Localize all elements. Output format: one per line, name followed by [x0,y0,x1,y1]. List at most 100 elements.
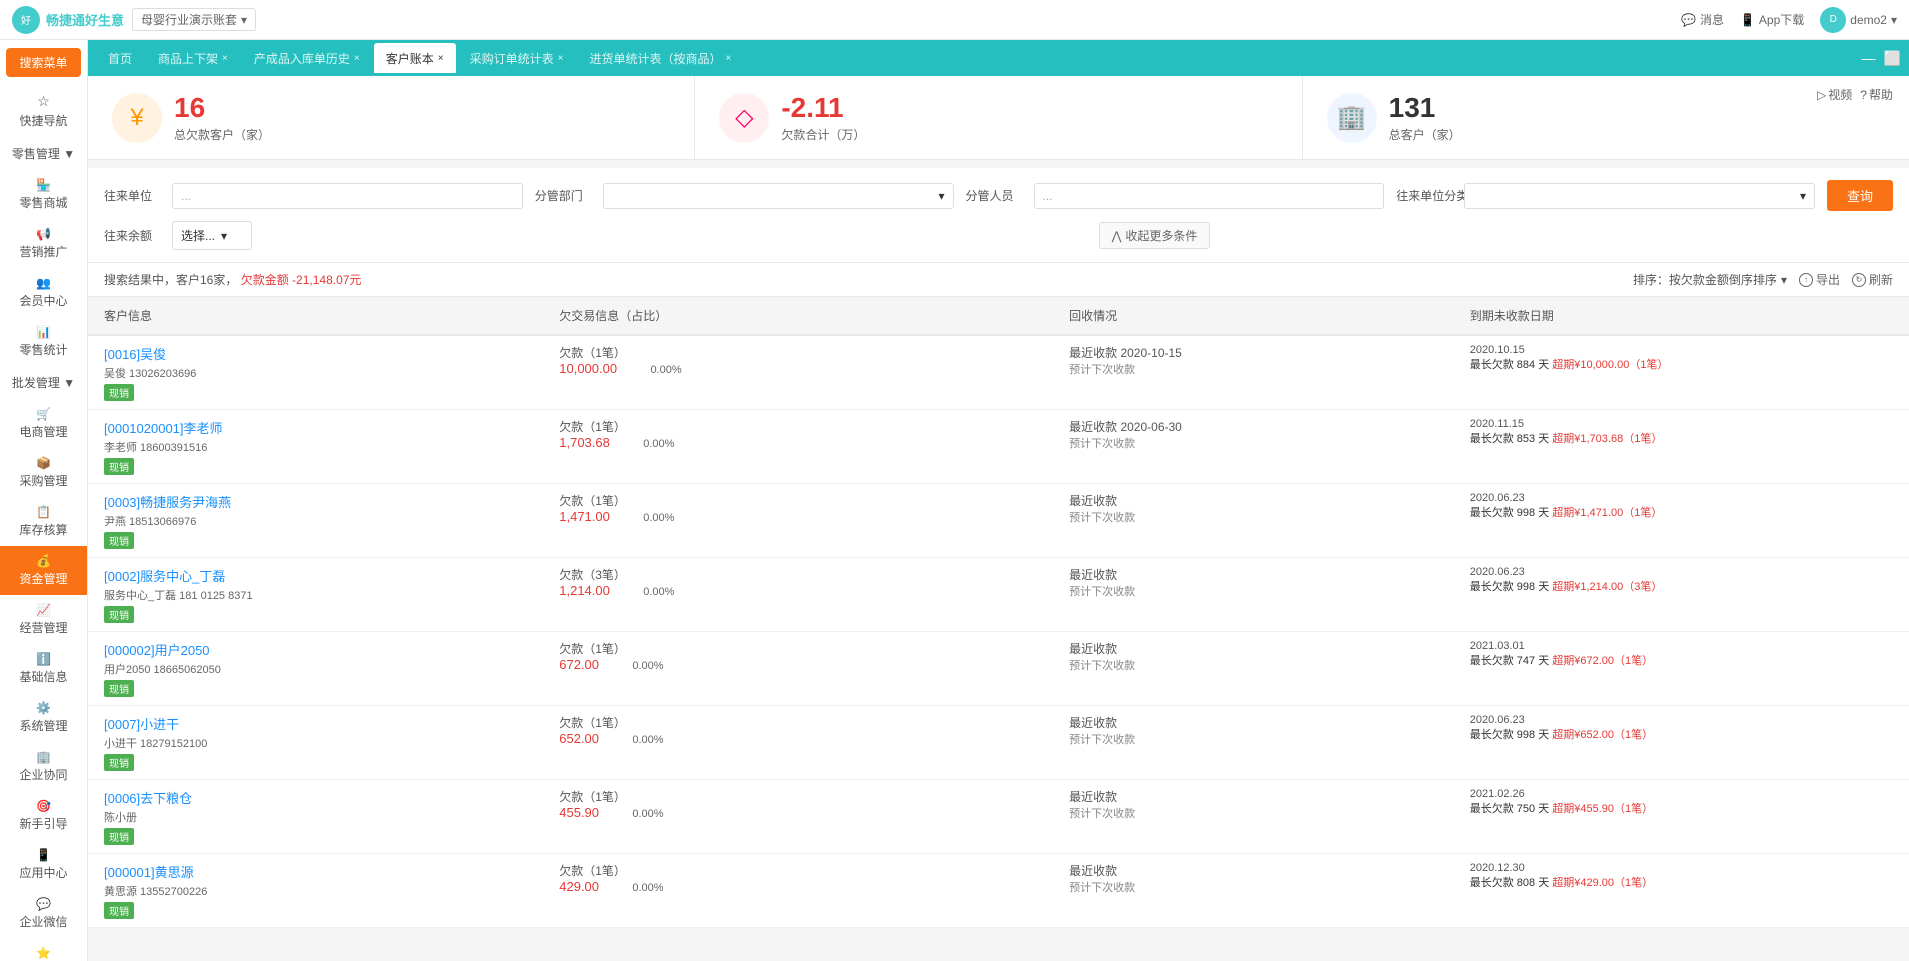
chevron-down-icon: ▾ [1781,273,1787,287]
sidebar-item-purchase[interactable]: 📦 采购管理 [0,448,87,497]
filter-balance: 往来余额 选择... ▾ [104,221,404,250]
person-input[interactable]: ... [1034,183,1385,209]
sidebar-item-members[interactable]: 👥 会员中心 [0,268,87,317]
tab-home[interactable]: 首页 [96,43,144,73]
sidebar-item-inventory[interactable]: 📋 库存核算 [0,497,87,546]
sidebar-item-enterprise-wx[interactable]: 💬 企业微信 [0,889,87,938]
tab-maximize-icon[interactable]: ⬜ [1884,50,1901,67]
customer-cell-6: [0006]去下粮仓 陈小册 现销 [88,780,543,854]
dept-select[interactable]: ▾ [603,183,954,209]
source-unit-input[interactable]: ... [172,183,523,209]
table-body: [0016]吴俊 吴俊 13026203696 现销 欠款（1笔） 10,000… [88,335,1909,928]
help-label: 帮助 [1869,86,1893,103]
tab-close-product-history[interactable]: × [354,53,360,64]
enterprise-label: 企业协同 [19,766,67,783]
refresh-label: 刷新 [1869,271,1893,288]
sidebar-item-member-vip[interactable]: ⭐ 畅会员 [0,938,87,961]
sidebar-item-finance[interactable]: 💰 资金管理 [0,546,87,595]
sort-select[interactable]: 排序：按欠款金额倒序排序 ▾ [1633,271,1787,288]
payment-cell-4: 最近收款 预计下次收款 [1053,632,1454,706]
overdue-days-2: 最长欠款 998 天 超期¥1,471.00（1笔） [1470,504,1893,520]
ecommerce-icon: 🛒 [36,407,51,421]
debt-amount-0: 10,000.00 [559,361,617,376]
customer-name-4[interactable]: [000002]用户2050 [104,640,527,659]
customer-name-7[interactable]: [000001]黄思源 [104,862,527,881]
next-collect-7: 预计下次收款 [1069,879,1438,895]
balance-select[interactable]: 选择... ▾ [172,221,252,250]
sidebar-item-quick-nav[interactable]: ☆ 快捷导航 [0,85,87,137]
debt-label-0: 欠款（1笔） [559,344,1037,361]
sidebar-item-retail-stats[interactable]: 📊 零售统计 [0,317,87,366]
tab-product-listing[interactable]: 商品上下架 × [146,43,240,73]
help-icon: ? [1860,88,1867,102]
collapse-button[interactable]: ⋀ 收起更多条件 [1099,222,1211,249]
tab-purchase-order[interactable]: 采购订单统计表 × [458,43,576,73]
customer-tag-7: 现销 [104,902,134,919]
tab-customer-account[interactable]: 客户账本 × [374,43,456,73]
tab-close-instock-stats[interactable]: × [725,53,731,64]
overdue-amount-link-1[interactable]: 超期¥1,703.68（1笔） [1552,433,1662,445]
overdue-cell-6: 2021.02.26 最长欠款 750 天 超期¥455.90（1笔） [1454,780,1909,854]
overdue-amount-link-2[interactable]: 超期¥1,471.00（1笔） [1552,507,1662,519]
message-btn[interactable]: 💬 消息 [1681,11,1724,28]
marketing-label: 营销推广 [19,243,67,260]
sidebar-item-marketing[interactable]: 📢 营销推广 [0,219,87,268]
sidebar-item-retail-store[interactable]: 🏪 零售商城 [0,170,87,219]
debt-cell-4: 欠款（1笔） 672.00 0.00% [543,632,1053,706]
sidebar-item-enterprise[interactable]: 🏢 企业协同 [0,742,87,791]
sidebar-item-app-center[interactable]: 📱 应用中心 [0,840,87,889]
refresh-btn[interactable]: ↻ 刷新 [1852,271,1893,288]
overdue-amount-link-7[interactable]: 超期¥429.00（1笔） [1552,877,1653,889]
customer-cell-1: [0001020001]李老师 李老师 18600391516 现销 [88,410,543,484]
video-link[interactable]: ▷ 视频 [1817,86,1852,103]
customer-cell-5: [0007]小进干 小进干 18279152100 现销 [88,706,543,780]
overdue-amount-link-0[interactable]: 超期¥10,000.00（1笔） [1552,359,1668,371]
overdue-amount-link-5[interactable]: 超期¥652.00（1笔） [1552,729,1653,741]
help-link[interactable]: ? 帮助 [1860,86,1893,103]
retail-store-label: 零售商城 [19,194,67,211]
customer-name-0[interactable]: [0016]吴俊 [104,344,527,363]
sidebar-item-ecommerce[interactable]: 🛒 电商管理 [0,399,87,448]
overdue-amount-link-3[interactable]: 超期¥1,214.00（3笔） [1552,581,1662,593]
logo-area: 好 畅捷通好生意 [12,6,124,34]
search-menu-btn[interactable]: 搜索菜单 [6,48,81,77]
stat-info-total: 131 总客户（家） [1389,92,1461,143]
customer-contact-3: 服务中心_丁磊 181 0125 8371 [104,587,527,603]
debt-ratio-1: 0.00% [643,438,674,450]
tab-close-purchase-order[interactable]: × [558,53,564,64]
overdue-cell-5: 2020.06.23 最长欠款 998 天 超期¥652.00（1笔） [1454,706,1909,780]
tab-minimize-icon[interactable]: — [1862,50,1876,67]
filter-row-1: 往来单位 ... 分管部门 ▾ 分管人员 [104,180,1893,211]
page-content: ¥ 16 总欠款客户（家） ◇ -2.11 欠款合计（万） 🏢 [88,76,1909,961]
overdue-amount-link-4[interactable]: 超期¥672.00（1笔） [1552,655,1653,667]
overdue-amount-number: -2.11 [781,92,865,124]
app-download-btn[interactable]: 📱 App下载 [1740,11,1804,28]
customer-name-2[interactable]: [0003]畅捷服务尹海燕 [104,492,527,511]
payment-cell-2: 最近收款 预计下次收款 [1053,484,1454,558]
tab-product-history[interactable]: 产成品入库单历史 × [242,43,372,73]
export-btn[interactable]: ↑ 导出 [1799,271,1840,288]
classification-select[interactable]: ▾ [1464,183,1815,209]
customer-name-5[interactable]: [0007]小进干 [104,714,527,733]
tab-close-customer-account[interactable]: × [438,53,444,64]
customer-name-1[interactable]: [0001020001]李老师 [104,418,527,437]
ecommerce-label: 电商管理 [19,423,67,440]
user-menu[interactable]: D demo2 ▾ [1820,7,1897,33]
tab-instock-stats[interactable]: 进货单统计表（按商品） × [577,43,743,73]
sidebar-item-retail-mgmt[interactable]: 零售管理 ▼ [0,137,87,170]
table-row: [0006]去下粮仓 陈小册 现销 欠款（1笔） 455.90 0.00% 最近… [88,780,1909,854]
retail-stats-icon: 📊 [36,325,51,339]
sidebar-item-basic-info[interactable]: ℹ️ 基础信息 [0,644,87,693]
customer-name-6[interactable]: [0006]去下粮仓 [104,788,527,807]
sidebar-item-new-guide[interactable]: 🎯 新手引导 [0,791,87,840]
sidebar-item-operations[interactable]: 📈 经营管理 [0,595,87,644]
overdue-amount-label: 欠款合计（万） [781,126,865,143]
sidebar-item-batch-mgmt[interactable]: 批发管理 ▼ [0,366,87,399]
tab-close-product-listing[interactable]: × [222,53,228,64]
query-button[interactable]: 查询 [1827,180,1893,211]
overdue-amount-link-6[interactable]: 超期¥455.90（1笔） [1552,803,1653,815]
sidebar-item-system[interactable]: ⚙️ 系统管理 [0,693,87,742]
industry-selector[interactable]: 母婴行业演示账套 ▾ [132,8,256,31]
customer-cell-0: [0016]吴俊 吴俊 13026203696 现销 [88,335,543,410]
customer-name-3[interactable]: [0002]服务中心_丁磊 [104,566,527,585]
